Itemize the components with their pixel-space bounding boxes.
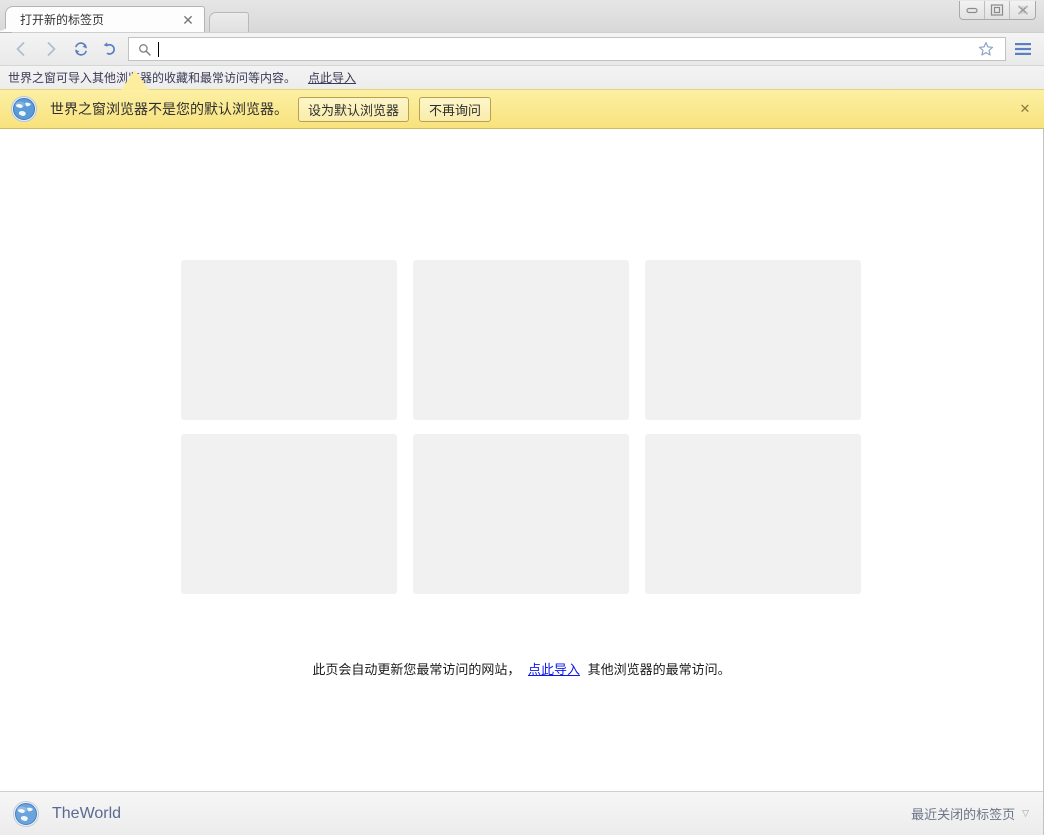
brand-name: TheWorld bbox=[52, 805, 121, 823]
star-icon[interactable] bbox=[973, 41, 999, 57]
text-cursor bbox=[158, 42, 159, 57]
thumbnail-tile[interactable] bbox=[413, 434, 629, 594]
globe-icon bbox=[10, 95, 38, 123]
recently-closed-tabs-label: 最近关闭的标签页 bbox=[911, 804, 1015, 823]
thumbnail-tile[interactable] bbox=[645, 434, 861, 594]
new-tab-page: 此页会自动更新您最常访问的网站， 点此导入 其他浏览器的最常访问。 bbox=[0, 129, 1044, 791]
thumbnail-tile[interactable] bbox=[413, 260, 629, 420]
search-icon bbox=[135, 43, 153, 56]
page-note: 此页会自动更新您最常访问的网站， 点此导入 其他浏览器的最常访问。 bbox=[312, 659, 730, 678]
set-default-browser-button[interactable]: 设为默认浏览器 bbox=[298, 97, 409, 122]
reload-button[interactable] bbox=[66, 36, 96, 62]
import-hint-link[interactable]: 点此导入 bbox=[308, 69, 356, 86]
tab-active[interactable]: 打开新的标签页 ✕ bbox=[5, 6, 205, 32]
chevron-down-icon: ▽ bbox=[1022, 808, 1029, 819]
thumbnail-tile[interactable] bbox=[645, 260, 861, 420]
tab-strip: 打开新的标签页 ✕ bbox=[0, 3, 1044, 32]
back-arrow-icon bbox=[14, 41, 28, 57]
thumbnail-tile[interactable] bbox=[181, 260, 397, 420]
new-tab-button[interactable] bbox=[209, 12, 249, 32]
import-hint-bar: 世界之窗可导入其他浏览器的收藏和最常访问等内容。 点此导入 bbox=[0, 65, 1044, 89]
page-note-import-link[interactable]: 点此导入 bbox=[528, 662, 580, 677]
tab-title: 打开新的标签页 bbox=[20, 11, 180, 28]
tab-close-icon[interactable]: ✕ bbox=[180, 12, 196, 28]
notification-message: 世界之窗浏览器不是您的默认浏览器。 bbox=[50, 99, 288, 119]
title-bar: 打开新的标签页 ✕ bbox=[0, 0, 1044, 32]
default-browser-notification: 世界之窗浏览器不是您的默认浏览器。 设为默认浏览器 不再询问 ✕ bbox=[0, 89, 1044, 129]
status-footer: TheWorld 最近关闭的标签页 ▽ bbox=[0, 791, 1044, 835]
page-note-suffix: 其他浏览器的最常访问。 bbox=[588, 662, 731, 677]
brand[interactable]: TheWorld bbox=[12, 800, 121, 828]
page-note-prefix: 此页会自动更新您最常访问的网站， bbox=[312, 662, 520, 677]
forward-button[interactable] bbox=[36, 36, 66, 62]
notification-close-icon[interactable]: ✕ bbox=[1014, 98, 1036, 120]
address-bar[interactable] bbox=[128, 37, 1006, 61]
callout-arrow-icon bbox=[121, 70, 149, 90]
hamburger-menu-icon[interactable] bbox=[1010, 42, 1036, 56]
globe-icon bbox=[12, 800, 40, 828]
thumbnail-tile[interactable] bbox=[181, 434, 397, 594]
back-button[interactable] bbox=[6, 36, 36, 62]
forward-arrow-icon bbox=[44, 41, 58, 57]
undo-icon bbox=[102, 40, 120, 58]
navigation-toolbar bbox=[0, 32, 1044, 65]
reload-icon bbox=[72, 40, 90, 58]
import-hint-message: 世界之窗可导入其他浏览器的收藏和最常访问等内容。 bbox=[8, 69, 296, 86]
most-visited-grid bbox=[181, 260, 862, 594]
browser-window: 打开新的标签页 ✕ bbox=[0, 0, 1044, 835]
dont-ask-again-button[interactable]: 不再询问 bbox=[419, 97, 491, 122]
recently-closed-tabs-button[interactable]: 最近关闭的标签页 ▽ bbox=[911, 804, 1029, 823]
undo-button[interactable] bbox=[96, 36, 126, 62]
